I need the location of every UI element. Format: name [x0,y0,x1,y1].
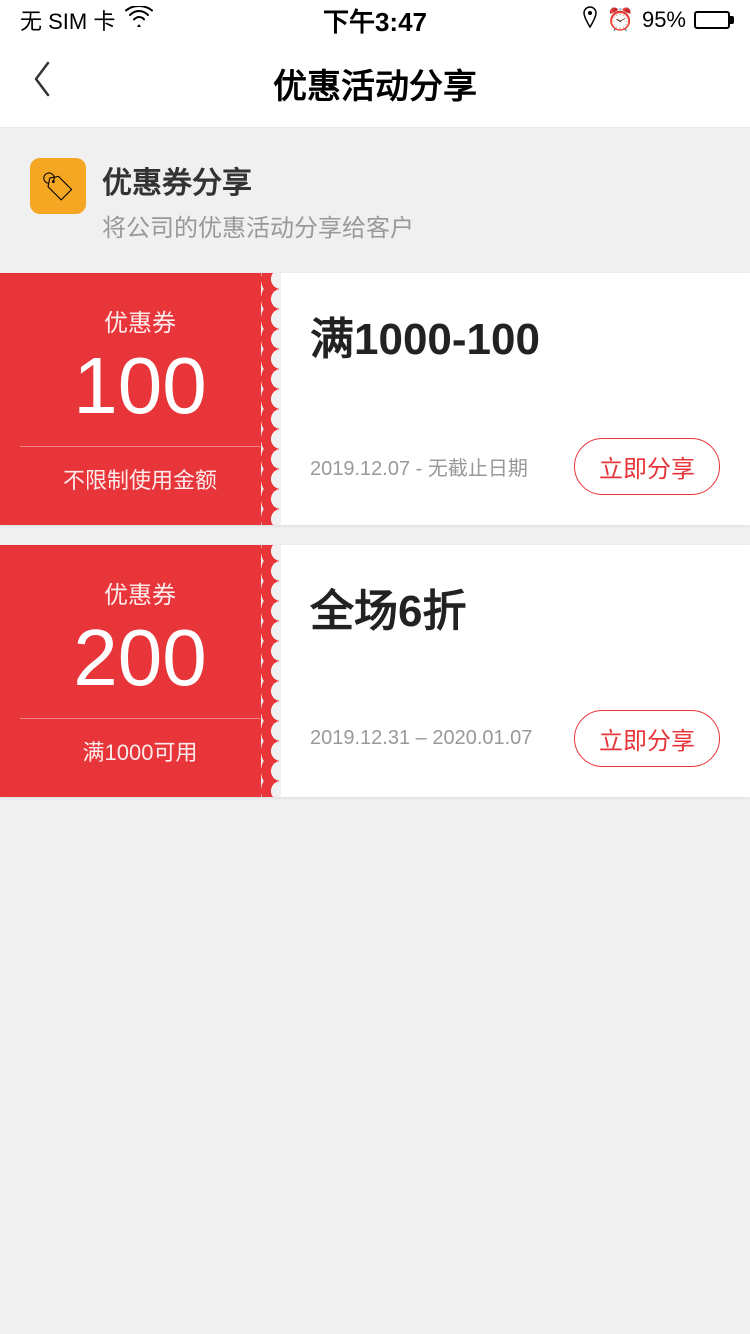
coupon-right: 全场6折 2019.12.31 – 2020.01.07 立即分享 [280,545,750,797]
coupon-date: 2019.12.31 – 2020.01.07 [310,727,532,750]
section-text: 优惠券分享 将公司的优惠活动分享给客户 [102,158,414,243]
nav-bar: 优惠活动分享 [0,40,750,128]
coupon-divider [20,446,260,447]
coupon-condition: 满1000可用 [83,735,198,767]
coupon-divider [20,718,260,719]
coupon-date: 2019.12.07 - 无截止日期 [310,452,528,481]
section-subtitle: 将公司的优惠活动分享给客户 [102,208,414,243]
coupon-amount: 100 [73,346,206,426]
coupon-footer: 2019.12.31 – 2020.01.07 立即分享 [310,710,720,767]
coupon-left: 优惠券 100 不限制使用金额 [0,273,280,525]
coupon-label: 优惠券 [104,303,176,338]
back-button[interactable] [30,59,54,108]
coupon-name: 全场6折 [310,575,720,639]
coupon-footer: 2019.12.07 - 无截止日期 立即分享 [310,438,720,495]
clock-icon: ⏰ [607,7,634,33]
section-icon: 🏷 [30,158,86,214]
coupon-card: 优惠券 200 满1000可用 全场6折 2019.12.31 – 2020.0… [0,545,750,797]
section-header: 🏷 优惠券分享 将公司的优惠活动分享给客户 [0,128,750,263]
status-bar: 无 SIM 卡 下午3:47 ⏰ 95% [0,0,750,40]
status-left: 无 SIM 卡 [20,4,153,36]
coupon-card: 优惠券 100 不限制使用金额 满1000-100 2019.12.07 - 无… [0,273,750,525]
coupon-amount: 200 [73,618,206,698]
coupon-list: 优惠券 100 不限制使用金额 满1000-100 2019.12.07 - 无… [0,263,750,827]
coupon-name: 满1000-100 [310,303,720,367]
battery-icon [694,11,730,29]
status-time: 下午3:47 [323,2,427,39]
location-icon [581,6,599,34]
coupon-condition: 不限制使用金额 [63,463,217,495]
status-right: ⏰ 95% [581,6,730,34]
page-bottom [0,827,750,1327]
share-button[interactable]: 立即分享 [574,710,720,767]
carrier-text: 无 SIM 卡 [20,4,115,36]
coupon-left: 优惠券 200 满1000可用 [0,545,280,797]
wifi-icon [125,6,153,34]
coupon-right: 满1000-100 2019.12.07 - 无截止日期 立即分享 [280,273,750,525]
battery-percent: 95% [642,7,686,33]
share-button[interactable]: 立即分享 [574,438,720,495]
page-title: 优惠活动分享 [273,59,477,108]
coupon-label: 优惠券 [104,575,176,610]
section-title: 优惠券分享 [102,158,414,202]
